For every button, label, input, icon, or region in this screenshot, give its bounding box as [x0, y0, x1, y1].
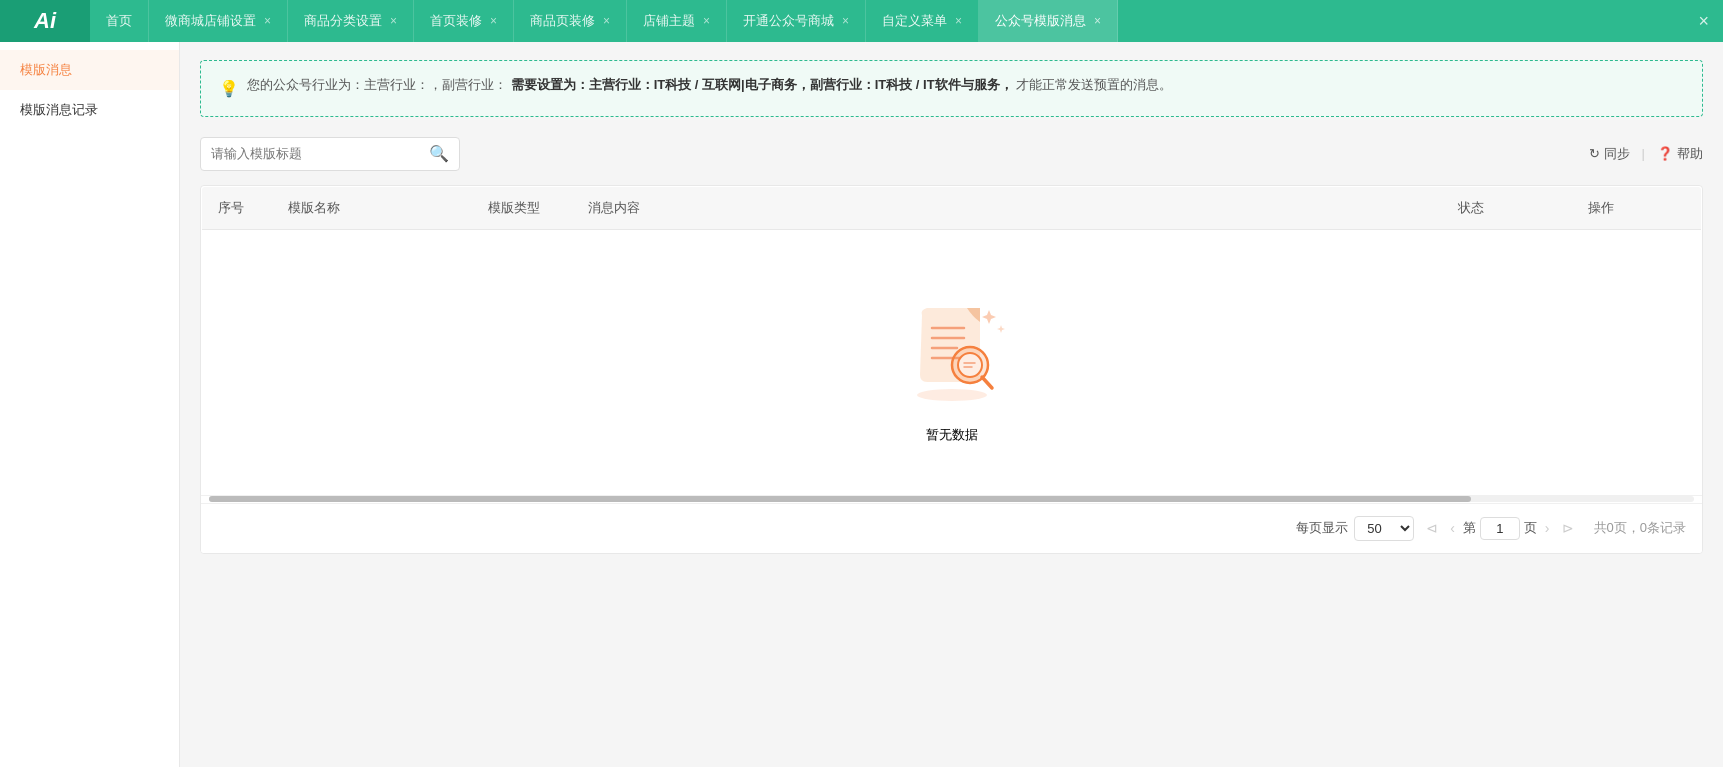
prev-page-button[interactable]: ‹ — [1446, 519, 1459, 537]
last-page-button[interactable]: ⊳ — [1558, 519, 1578, 537]
sidebar-item-template-msg[interactable]: 模版消息 — [0, 50, 179, 90]
nav-tab-home[interactable]: 首页 — [90, 0, 149, 42]
toolbar-divider: | — [1642, 146, 1645, 161]
total-info: 共0页，0条记录 — [1594, 519, 1686, 537]
table-body: 暂无数据 — [202, 229, 1702, 494]
content-area: 💡 您的公众号行业为：主营行业：，副营行业： 需要设置为：主营行业：IT科技 /… — [180, 42, 1723, 767]
empty-text: 暂无数据 — [926, 426, 978, 444]
app-logo: Ai — [0, 0, 90, 42]
main-layout: 模版消息 模版消息记录 💡 您的公众号行业为：主营行业：，副营行业： 需要设置为… — [0, 42, 1723, 767]
nav-tab-category-settings-label: 商品分类设置 — [304, 12, 382, 30]
col-type: 模版类型 — [472, 186, 572, 229]
nav-tab-home-label: 首页 — [106, 12, 132, 30]
nav-tab-store-settings-close[interactable]: × — [264, 14, 271, 28]
notice-highlight: 需要设置为：主营行业：IT科技 / 互联网|电子商务，副营行业：IT科技 / I… — [511, 77, 1013, 92]
sync-icon: ↻ — [1589, 146, 1600, 161]
svg-line-7 — [982, 377, 992, 388]
sync-label: 同步 — [1604, 145, 1630, 163]
nav-tab-category-settings[interactable]: 商品分类设置 × — [288, 0, 414, 42]
col-name: 模版名称 — [272, 186, 472, 229]
nav-tab-custom-menu-close[interactable]: × — [955, 14, 962, 28]
nav-tab-store-settings[interactable]: 微商城店铺设置 × — [149, 0, 288, 42]
sidebar-item-template-msg-log-label: 模版消息记录 — [20, 102, 98, 117]
table-container: 序号 模版名称 模版类型 消息内容 状态 — [200, 185, 1703, 554]
scroll-track[interactable] — [209, 496, 1694, 502]
help-button[interactable]: ❓ 帮助 — [1657, 145, 1703, 163]
col-status: 状态 — [1442, 186, 1572, 229]
nav-tab-product-decor-label: 商品页装修 — [530, 12, 595, 30]
sidebar-item-template-msg-label: 模版消息 — [20, 62, 72, 77]
svg-point-6 — [958, 353, 982, 377]
page-label: 第 — [1463, 519, 1476, 537]
nav-tab-store-settings-label: 微商城店铺设置 — [165, 12, 256, 30]
search-input-wrapper: 🔍 — [200, 137, 460, 171]
svg-point-0 — [917, 389, 987, 401]
notice-suffix: 才能正常发送预置的消息。 — [1016, 77, 1172, 92]
nav-tab-product-decor[interactable]: 商品页装修 × — [514, 0, 627, 42]
search-input[interactable] — [211, 146, 429, 161]
col-content: 消息内容 — [572, 186, 1442, 229]
notice-box: 💡 您的公众号行业为：主营行业：，副营行业： 需要设置为：主营行业：IT科技 /… — [200, 60, 1703, 117]
nav-tab-store-theme-label: 店铺主题 — [643, 12, 695, 30]
scroll-thumb[interactable] — [209, 496, 1471, 502]
empty-state: 暂无数据 — [202, 230, 1701, 494]
pagination: 每页显示 10 20 50 100 ⊲ ‹ 第 页 › ⊳ — [201, 503, 1702, 553]
table-header: 序号 模版名称 模版类型 消息内容 状态 — [202, 186, 1702, 229]
nav-tab-custom-menu[interactable]: 自定义菜单 × — [866, 0, 979, 42]
nav-tab-product-decor-close[interactable]: × — [603, 14, 610, 28]
search-icon[interactable]: 🔍 — [429, 144, 449, 163]
empty-state-illustration — [892, 290, 1012, 410]
nav-tab-open-wechat-store[interactable]: 开通公众号商城 × — [727, 0, 866, 42]
nav-tab-home-decor[interactable]: 首页装修 × — [414, 0, 514, 42]
first-page-button[interactable]: ⊲ — [1422, 519, 1442, 537]
help-icon: ❓ — [1657, 146, 1673, 161]
sync-button[interactable]: ↻ 同步 — [1589, 145, 1630, 163]
nav-tab-category-settings-close[interactable]: × — [390, 14, 397, 28]
per-page-select: 每页显示 10 20 50 100 — [1296, 516, 1414, 541]
search-bar: 🔍 ↻ 同步 | ❓ 帮助 — [200, 137, 1703, 171]
toolbar-right: ↻ 同步 | ❓ 帮助 — [1589, 145, 1703, 163]
notice-text: 您的公众号行业为：主营行业：，副营行业： 需要设置为：主营行业：IT科技 / 互… — [247, 75, 1172, 96]
sidebar-item-template-msg-log[interactable]: 模版消息记录 — [0, 90, 179, 130]
data-table: 序号 模版名称 模版类型 消息内容 状态 — [201, 186, 1702, 495]
page-input[interactable] — [1480, 517, 1520, 540]
help-label: 帮助 — [1677, 145, 1703, 163]
nav-tab-template-msg-close[interactable]: × — [1094, 14, 1101, 28]
notice-prefix: 您的公众号行业为：主营行业：，副营行业： — [247, 77, 507, 92]
nav-tab-open-wechat-store-label: 开通公众号商城 — [743, 12, 834, 30]
nav-tab-template-msg-label: 公众号模版消息 — [995, 12, 1086, 30]
bulb-icon: 💡 — [219, 76, 239, 102]
per-page-dropdown[interactable]: 10 20 50 100 — [1354, 516, 1414, 541]
nav-tab-home-decor-close[interactable]: × — [490, 14, 497, 28]
nav-tab-custom-menu-label: 自定义菜单 — [882, 12, 947, 30]
horizontal-scrollbar[interactable] — [201, 495, 1702, 503]
col-actions: 操作 — [1572, 186, 1702, 229]
nav-tab-template-msg[interactable]: 公众号模版消息 × — [979, 0, 1118, 42]
sidebar: 模版消息 模版消息记录 — [0, 42, 180, 767]
global-close-button[interactable]: × — [1684, 11, 1723, 32]
nav-tab-store-theme-close[interactable]: × — [703, 14, 710, 28]
top-nav-bar: Ai 首页 微商城店铺设置 × 商品分类设置 × 首页装修 × 商品页装修 × … — [0, 0, 1723, 42]
next-page-button[interactable]: › — [1541, 519, 1554, 537]
per-page-label: 每页显示 — [1296, 519, 1348, 537]
nav-tab-home-decor-label: 首页装修 — [430, 12, 482, 30]
page-unit: 页 — [1524, 519, 1537, 537]
nav-tab-open-wechat-store-close[interactable]: × — [842, 14, 849, 28]
nav-tabs: 首页 微商城店铺设置 × 商品分类设置 × 首页装修 × 商品页装修 × 店铺主… — [90, 0, 1684, 42]
col-seq: 序号 — [202, 186, 272, 229]
page-navigation: ⊲ ‹ 第 页 › ⊳ — [1422, 517, 1577, 540]
nav-tab-store-theme[interactable]: 店铺主题 × — [627, 0, 727, 42]
